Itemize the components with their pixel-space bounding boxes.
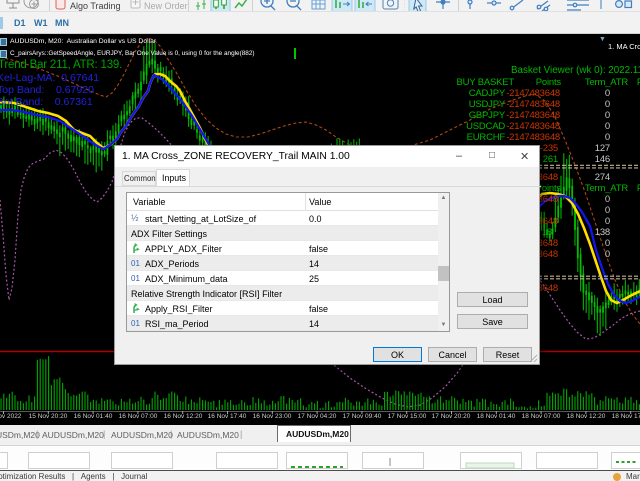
svg-text:New Order: New Order	[144, 1, 188, 11]
svg-text:Algo Trading: Algo Trading	[70, 1, 121, 11]
